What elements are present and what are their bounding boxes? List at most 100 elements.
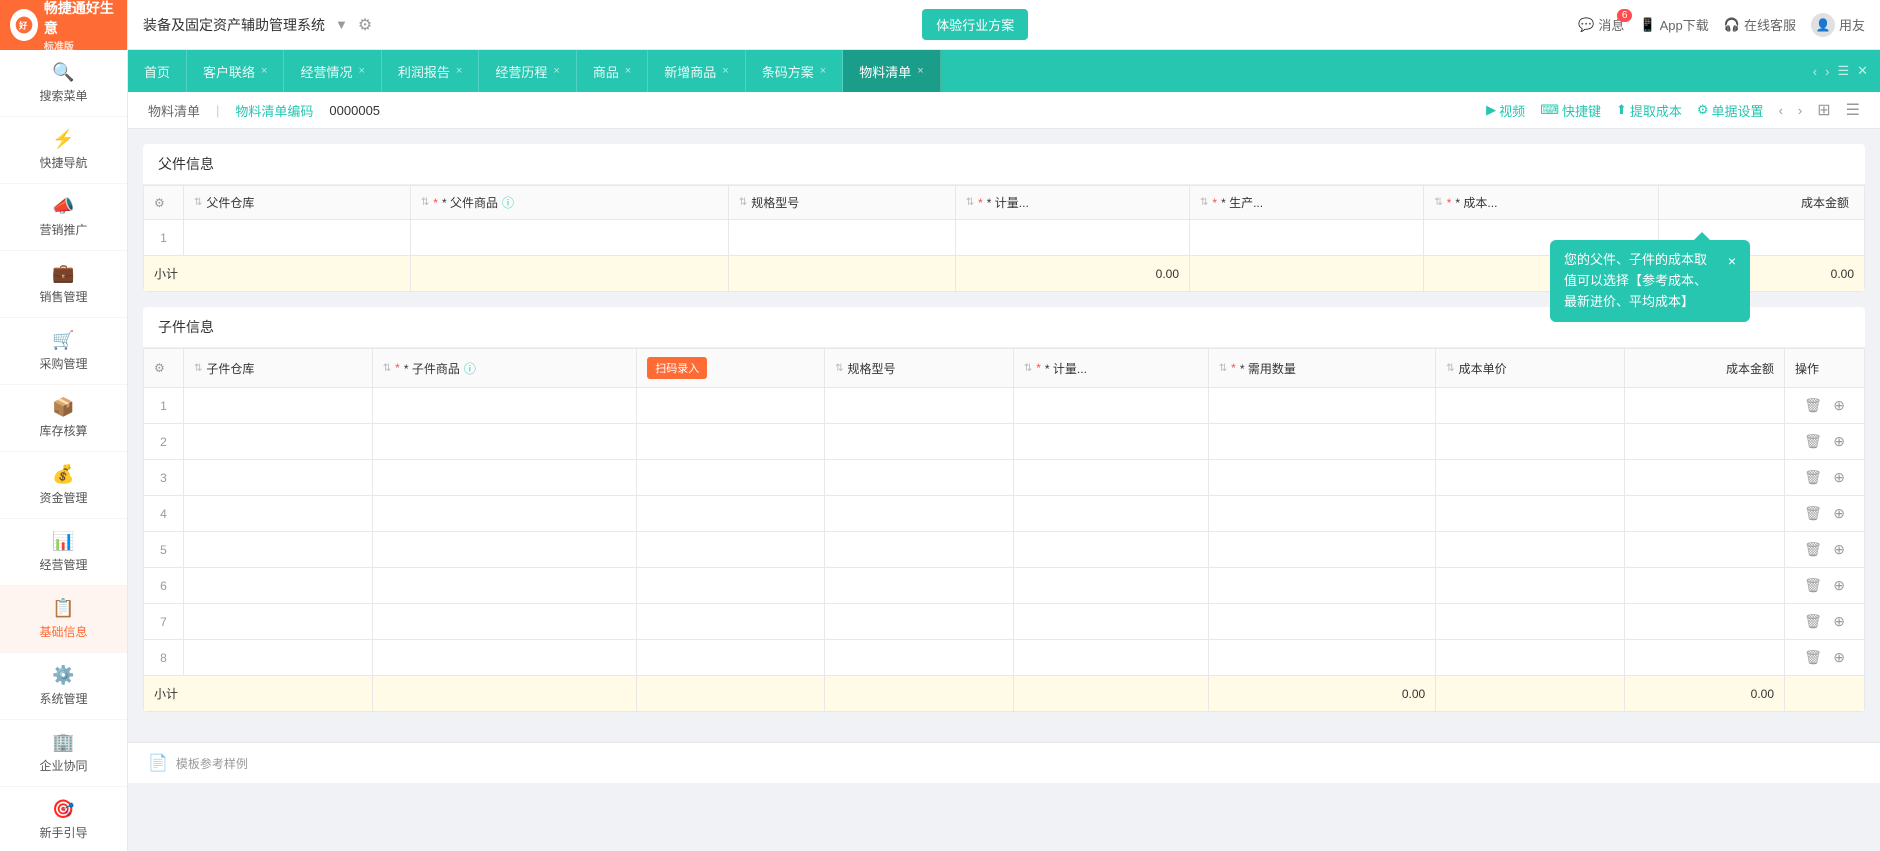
child-unit-cell-5[interactable] [1013, 532, 1208, 568]
sidebar-item-sales[interactable]: 💼 销售管理 [0, 251, 127, 318]
tab-profit[interactable]: 利润报告 × [382, 50, 479, 92]
tab-goods[interactable]: 商品 × [577, 50, 648, 92]
child-quantity-cell-2[interactable] [1208, 424, 1435, 460]
child-unit-cost-cell-5[interactable] [1436, 532, 1625, 568]
tab-home[interactable]: 首页 [128, 50, 187, 92]
tab-bom[interactable]: 物料清单 × [843, 50, 940, 92]
copy-button-2[interactable]: ⊕ [1829, 431, 1849, 452]
tab-operation-close[interactable]: × [358, 65, 364, 77]
settings-icon[interactable]: ⚙ [358, 15, 372, 35]
sidebar-item-inventory[interactable]: 📦 库存核算 [0, 385, 127, 452]
child-spec-cell-2[interactable] [825, 424, 1014, 460]
child-spec-cell-8[interactable] [825, 640, 1014, 676]
shortcut-button[interactable]: ⌨ 快捷键 [1540, 101, 1601, 120]
child-product-cell-2[interactable] [372, 424, 637, 460]
sidebar-item-system[interactable]: ⚙️ 系统管理 [0, 653, 127, 720]
child-product-help-icon[interactable]: ⓘ [464, 360, 476, 377]
child-spec-cell-5[interactable] [825, 532, 1014, 568]
tab-close-all-icon[interactable]: ✕ [1853, 63, 1872, 79]
breadcrumb-list[interactable]: 物料清单 [148, 101, 200, 120]
product-help-icon[interactable]: ⓘ [502, 194, 514, 211]
dropdown-icon[interactable]: ▼ [335, 17, 348, 32]
delete-button-3[interactable]: 🗑 [1800, 467, 1826, 488]
child-warehouse-cell-8[interactable] [184, 640, 373, 676]
sort-icon[interactable]: ⇅ [1200, 197, 1208, 208]
tooltip-close-button[interactable]: × [1728, 250, 1736, 272]
child-product-cell-6[interactable] [372, 568, 637, 604]
sidebar-item-basic-info[interactable]: 📋 基础信息 [0, 586, 127, 653]
parent-production-cell[interactable] [1190, 220, 1424, 256]
delete-button-8[interactable]: 🗑 [1800, 647, 1826, 668]
sort-icon[interactable]: ⇅ [739, 197, 747, 208]
child-unit-cell-4[interactable] [1013, 496, 1208, 532]
parent-spec-cell[interactable] [728, 220, 955, 256]
message-button[interactable]: 💬 6 消息 [1578, 15, 1624, 34]
child-warehouse-cell-5[interactable] [184, 532, 373, 568]
child-product-cell-1[interactable] [372, 388, 637, 424]
sidebar-item-enterprise[interactable]: 🏢 企业协同 [0, 720, 127, 787]
child-spec-cell-4[interactable] [825, 496, 1014, 532]
tab-new-goods[interactable]: 新增商品 × [648, 50, 745, 92]
child-unit-cell-7[interactable] [1013, 604, 1208, 640]
nav-next-button[interactable]: › [1798, 103, 1802, 118]
sidebar-item-marketing[interactable]: 📣 营销推广 [0, 184, 127, 251]
child-product-cell-3[interactable] [372, 460, 637, 496]
trial-button[interactable]: 体验行业方案 [922, 9, 1028, 40]
parent-warehouse-cell[interactable] [184, 220, 411, 256]
tab-goods-close[interactable]: × [625, 65, 631, 77]
tab-prev-icon[interactable]: ‹ [1809, 64, 1821, 79]
copy-button-1[interactable]: ⊕ [1829, 395, 1849, 416]
child-warehouse-cell-2[interactable] [184, 424, 373, 460]
scan-input-button[interactable]: 扫码录入 [647, 357, 707, 379]
child-warehouse-cell-6[interactable] [184, 568, 373, 604]
sort-icon[interactable]: ⇅ [421, 197, 429, 208]
child-quantity-cell-8[interactable] [1208, 640, 1435, 676]
sort-icon[interactable]: ⇅ [835, 363, 843, 374]
nav-prev-button[interactable]: ‹ [1779, 103, 1783, 118]
child-unit-cost-cell-8[interactable] [1436, 640, 1625, 676]
copy-button-7[interactable]: ⊕ [1829, 611, 1849, 632]
child-quantity-cell-1[interactable] [1208, 388, 1435, 424]
sort-icon[interactable]: ⇅ [966, 197, 974, 208]
tab-customer[interactable]: 客户联络 × [187, 50, 284, 92]
tab-customer-close[interactable]: × [261, 65, 267, 77]
child-quantity-cell-6[interactable] [1208, 568, 1435, 604]
copy-button-8[interactable]: ⊕ [1829, 647, 1849, 668]
delete-button-7[interactable]: 🗑 [1800, 611, 1826, 632]
child-spec-cell-6[interactable] [825, 568, 1014, 604]
delete-button-5[interactable]: 🗑 [1800, 539, 1826, 560]
grid-view-icon[interactable]: ⊞ [1817, 100, 1830, 120]
tab-new-goods-close[interactable]: × [722, 65, 728, 77]
tab-next-icon[interactable]: › [1821, 64, 1833, 79]
delete-button-1[interactable]: 🗑 [1800, 395, 1826, 416]
child-spec-cell-7[interactable] [825, 604, 1014, 640]
delete-button-2[interactable]: 🗑 [1800, 431, 1826, 452]
delete-button-4[interactable]: 🗑 [1800, 503, 1826, 524]
child-unit-cost-cell-3[interactable] [1436, 460, 1625, 496]
child-product-cell-4[interactable] [372, 496, 637, 532]
child-unit-cost-cell-6[interactable] [1436, 568, 1625, 604]
child-quantity-cell-4[interactable] [1208, 496, 1435, 532]
copy-button-3[interactable]: ⊕ [1829, 467, 1849, 488]
sidebar-item-search[interactable]: 🔍 搜索菜单 [0, 50, 127, 117]
tab-bom-close[interactable]: × [917, 65, 923, 77]
sort-icon[interactable]: ⇅ [1219, 363, 1227, 374]
online-service-button[interactable]: 🎧 在线客服 [1724, 15, 1796, 34]
sort-icon[interactable]: ⇅ [1434, 197, 1442, 208]
child-unit-cost-cell-7[interactable] [1436, 604, 1625, 640]
sidebar-item-purchase[interactable]: 🛒 采购管理 [0, 318, 127, 385]
child-warehouse-cell-1[interactable] [184, 388, 373, 424]
parent-product-cell[interactable] [410, 220, 728, 256]
sort-icon[interactable]: ⇅ [383, 363, 391, 374]
sort-icon[interactable]: ⇅ [1446, 363, 1454, 374]
sidebar-item-finance[interactable]: 💰 资金管理 [0, 452, 127, 519]
sort-icon[interactable]: ⇅ [194, 197, 202, 208]
child-unit-cost-cell-1[interactable] [1436, 388, 1625, 424]
parent-unit-cell[interactable] [955, 220, 1189, 256]
child-warehouse-cell-7[interactable] [184, 604, 373, 640]
child-quantity-cell-7[interactable] [1208, 604, 1435, 640]
tab-history-close[interactable]: × [553, 65, 559, 77]
sidebar-item-operation[interactable]: 📊 经营管理 [0, 519, 127, 586]
child-unit-cell-2[interactable] [1013, 424, 1208, 460]
sort-icon[interactable]: ⇅ [1024, 363, 1032, 374]
